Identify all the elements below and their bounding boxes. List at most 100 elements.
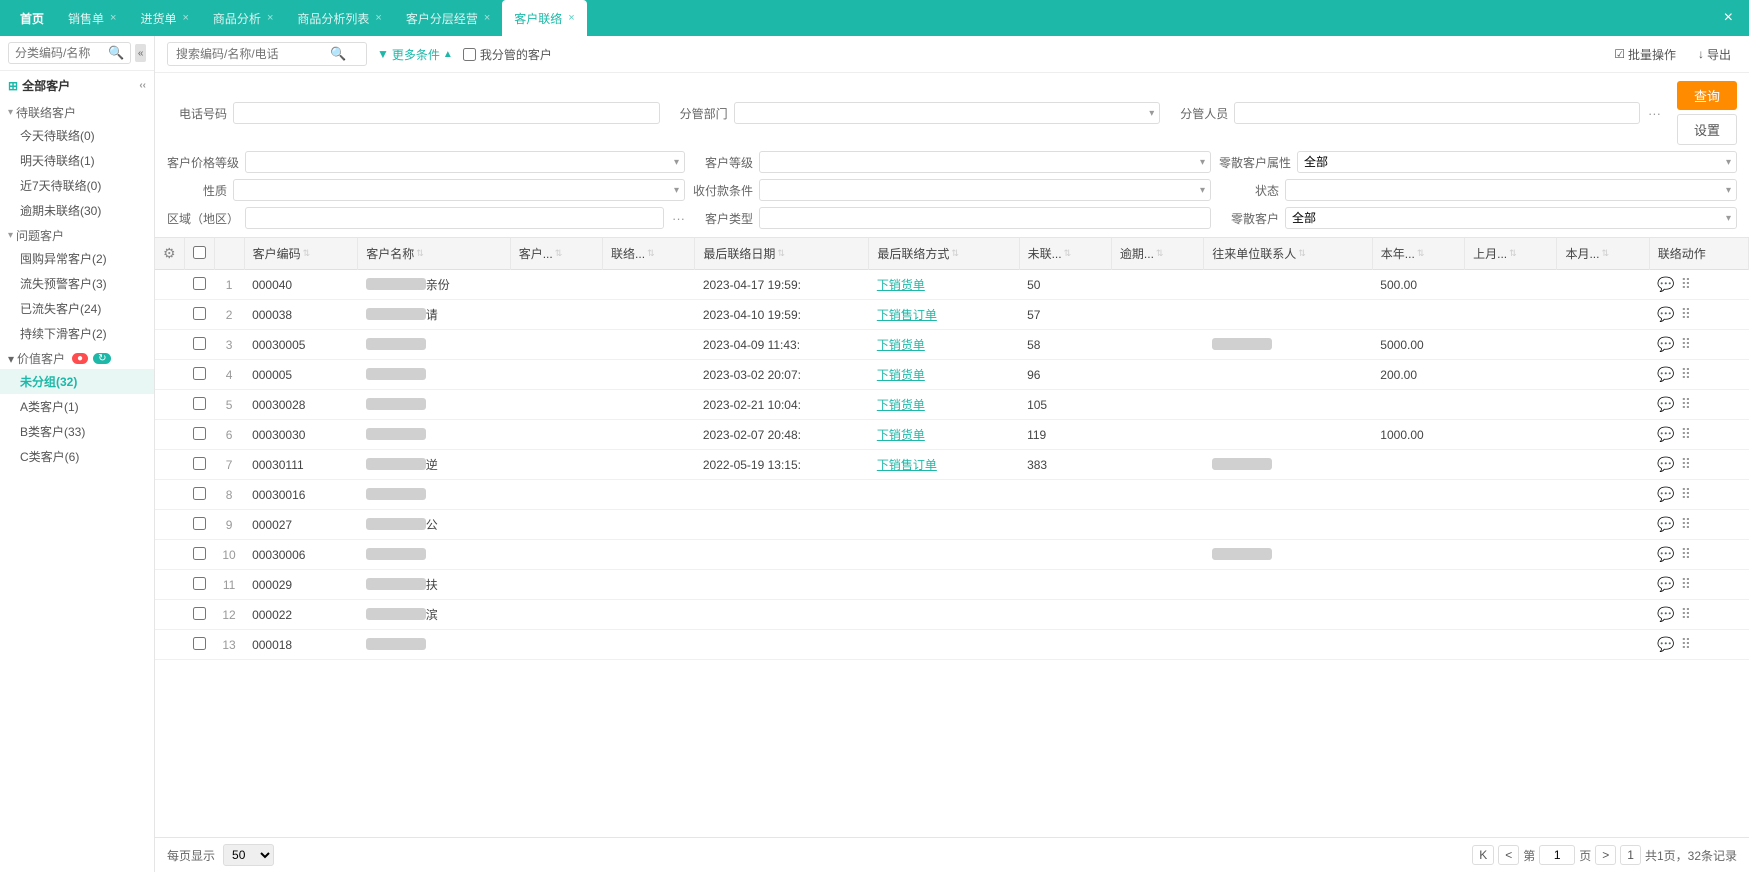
close-icon[interactable]: × bbox=[568, 12, 574, 24]
tab-sales[interactable]: 销售单 × bbox=[56, 0, 128, 36]
sort-icon[interactable]: ⇅ bbox=[416, 248, 424, 259]
sidebar-item-class-b[interactable]: B类客户(33) bbox=[0, 419, 154, 444]
sort-icon[interactable]: ⇅ bbox=[1064, 248, 1072, 259]
row-checkbox[interactable] bbox=[193, 607, 206, 620]
phone-action-icon[interactable]: 💬 bbox=[1657, 306, 1674, 323]
more-conditions-button[interactable]: ▼ 更多条件 ▲ bbox=[377, 46, 453, 63]
query-button[interactable]: 查询 bbox=[1677, 81, 1737, 110]
phone-action-icon[interactable]: 💬 bbox=[1657, 576, 1674, 593]
filter-select-customer-level[interactable] bbox=[759, 151, 1211, 173]
close-icon[interactable]: × bbox=[110, 12, 116, 24]
sidebar-search-icon[interactable]: 🔍 bbox=[108, 45, 124, 61]
phone-action-icon[interactable]: 💬 bbox=[1657, 456, 1674, 473]
sort-icon[interactable]: ⇅ bbox=[777, 248, 785, 259]
first-page-button[interactable]: K bbox=[1472, 845, 1494, 865]
more-action-icon[interactable]: ⠿ bbox=[1681, 516, 1691, 533]
batch-op-button[interactable]: ☑ 批量操作 bbox=[1608, 43, 1682, 66]
my-customers-checkbox[interactable] bbox=[463, 48, 476, 61]
row-checkbox[interactable] bbox=[193, 457, 206, 470]
filter-search-input[interactable] bbox=[176, 47, 326, 61]
sidebar-search-input[interactable] bbox=[15, 46, 105, 60]
filter-input-customer-type[interactable] bbox=[759, 207, 1211, 229]
prev-page-button[interactable]: < bbox=[1498, 845, 1519, 865]
tab-product-analysis[interactable]: 商品分析 × bbox=[201, 0, 285, 36]
contact-way-link[interactable]: 下销售订单 bbox=[877, 308, 937, 322]
sort-icon[interactable]: ⇅ bbox=[555, 248, 563, 259]
sort-icon[interactable]: ⇅ bbox=[951, 248, 959, 259]
row-checkbox[interactable] bbox=[193, 337, 206, 350]
more-action-icon[interactable]: ⠿ bbox=[1681, 276, 1691, 293]
sidebar-item-class-c[interactable]: C类客户(6) bbox=[0, 444, 154, 469]
page-size-select[interactable]: 50 100 bbox=[223, 844, 274, 866]
contact-way-link[interactable]: 下销货单 bbox=[877, 368, 925, 382]
row-checkbox[interactable] bbox=[193, 487, 206, 500]
more-action-icon[interactable]: ⠿ bbox=[1681, 546, 1691, 563]
sort-icon[interactable]: ⇅ bbox=[303, 248, 311, 259]
more-icon-manager[interactable]: ··· bbox=[1648, 106, 1661, 121]
more-action-icon[interactable]: ⠿ bbox=[1681, 366, 1691, 383]
filter-select-price-level[interactable] bbox=[245, 151, 685, 173]
filter-select-nature[interactable] bbox=[233, 179, 685, 201]
page-input[interactable] bbox=[1539, 845, 1575, 865]
row-checkbox[interactable] bbox=[193, 367, 206, 380]
more-action-icon[interactable]: ⠿ bbox=[1681, 486, 1691, 503]
sidebar-item-churn-warning[interactable]: 流失预警客户(3) bbox=[0, 271, 154, 296]
filter-input-phone[interactable] bbox=[233, 102, 660, 124]
sidebar-item-churned[interactable]: 已流失客户(24) bbox=[0, 296, 154, 321]
row-checkbox[interactable] bbox=[193, 517, 206, 530]
row-checkbox[interactable] bbox=[193, 307, 206, 320]
sort-icon[interactable]: ⇅ bbox=[1601, 248, 1609, 259]
more-action-icon[interactable]: ⠿ bbox=[1681, 336, 1691, 353]
sidebar-item-class-a[interactable]: A类客户(1) bbox=[0, 394, 154, 419]
filter-input-region[interactable] bbox=[245, 207, 664, 229]
phone-action-icon[interactable]: 💬 bbox=[1657, 636, 1674, 653]
filter-select-retail-customer[interactable]: 全部 bbox=[1285, 207, 1737, 229]
sort-icon[interactable]: ⇅ bbox=[1298, 248, 1306, 259]
row-checkbox[interactable] bbox=[193, 277, 206, 290]
more-action-icon[interactable]: ⠿ bbox=[1681, 306, 1691, 323]
row-checkbox[interactable] bbox=[193, 637, 206, 650]
phone-action-icon[interactable]: 💬 bbox=[1657, 606, 1674, 623]
close-icon[interactable]: × bbox=[182, 12, 188, 24]
phone-action-icon[interactable]: 💬 bbox=[1657, 546, 1674, 563]
sidebar-collapse-button[interactable]: « bbox=[135, 44, 146, 62]
phone-action-icon[interactable]: 💬 bbox=[1657, 276, 1674, 293]
contact-way-link[interactable]: 下销售订单 bbox=[877, 458, 937, 472]
phone-action-icon[interactable]: 💬 bbox=[1657, 486, 1674, 503]
export-button[interactable]: ↓ 导出 bbox=[1692, 43, 1737, 66]
sidebar-item-ungroup[interactable]: 未分组(32) bbox=[0, 369, 154, 394]
settings-icon[interactable]: ⚙ bbox=[163, 245, 176, 261]
filter-select-dept[interactable] bbox=[734, 102, 1161, 124]
sidebar-item-tomorrow-contact[interactable]: 明天待联络(1) bbox=[0, 148, 154, 173]
sort-icon[interactable]: ⇅ bbox=[1509, 248, 1517, 259]
more-action-icon[interactable]: ⠿ bbox=[1681, 456, 1691, 473]
more-action-icon[interactable]: ⠿ bbox=[1681, 636, 1691, 653]
phone-action-icon[interactable]: 💬 bbox=[1657, 366, 1674, 383]
sort-icon[interactable]: ⇅ bbox=[647, 248, 655, 259]
contact-way-link[interactable]: 下销货单 bbox=[877, 398, 925, 412]
sidebar-item-abnormal[interactable]: 囤购异常客户(2) bbox=[0, 246, 154, 271]
sidebar-all-customers[interactable]: ⊞ 全部客户 ‹‹ bbox=[0, 71, 154, 100]
phone-action-icon[interactable]: 💬 bbox=[1657, 516, 1674, 533]
tab-customer-contact[interactable]: 客户联络 × bbox=[502, 0, 586, 36]
close-icon[interactable]: × bbox=[484, 12, 490, 24]
row-checkbox[interactable] bbox=[193, 547, 206, 560]
row-checkbox[interactable] bbox=[193, 577, 206, 590]
contact-way-link[interactable]: 下销货单 bbox=[877, 428, 925, 442]
tab-product-analysis-list[interactable]: 商品分析列表 × bbox=[285, 0, 393, 36]
filter-search-icon[interactable]: 🔍 bbox=[330, 46, 346, 62]
tab-customer-segment[interactable]: 客户分层经营 × bbox=[394, 0, 502, 36]
tab-home[interactable]: 首页 bbox=[8, 0, 56, 36]
more-action-icon[interactable]: ⠿ bbox=[1681, 396, 1691, 413]
my-customers-filter[interactable]: 我分管的客户 bbox=[463, 46, 552, 63]
sort-icon[interactable]: ⇅ bbox=[1417, 248, 1425, 259]
last-page-button[interactable]: 1 bbox=[1620, 845, 1641, 865]
row-checkbox[interactable] bbox=[193, 397, 206, 410]
tab-purchase[interactable]: 进货单 × bbox=[128, 0, 200, 36]
window-close-button[interactable]: × bbox=[1716, 9, 1741, 27]
filter-select-retail-attr[interactable]: 全部 bbox=[1297, 151, 1737, 173]
sidebar-item-declining[interactable]: 持续下滑客户(2) bbox=[0, 321, 154, 346]
sidebar-item-today-contact[interactable]: 今天待联络(0) bbox=[0, 123, 154, 148]
more-action-icon[interactable]: ⠿ bbox=[1681, 606, 1691, 623]
phone-action-icon[interactable]: 💬 bbox=[1657, 426, 1674, 443]
